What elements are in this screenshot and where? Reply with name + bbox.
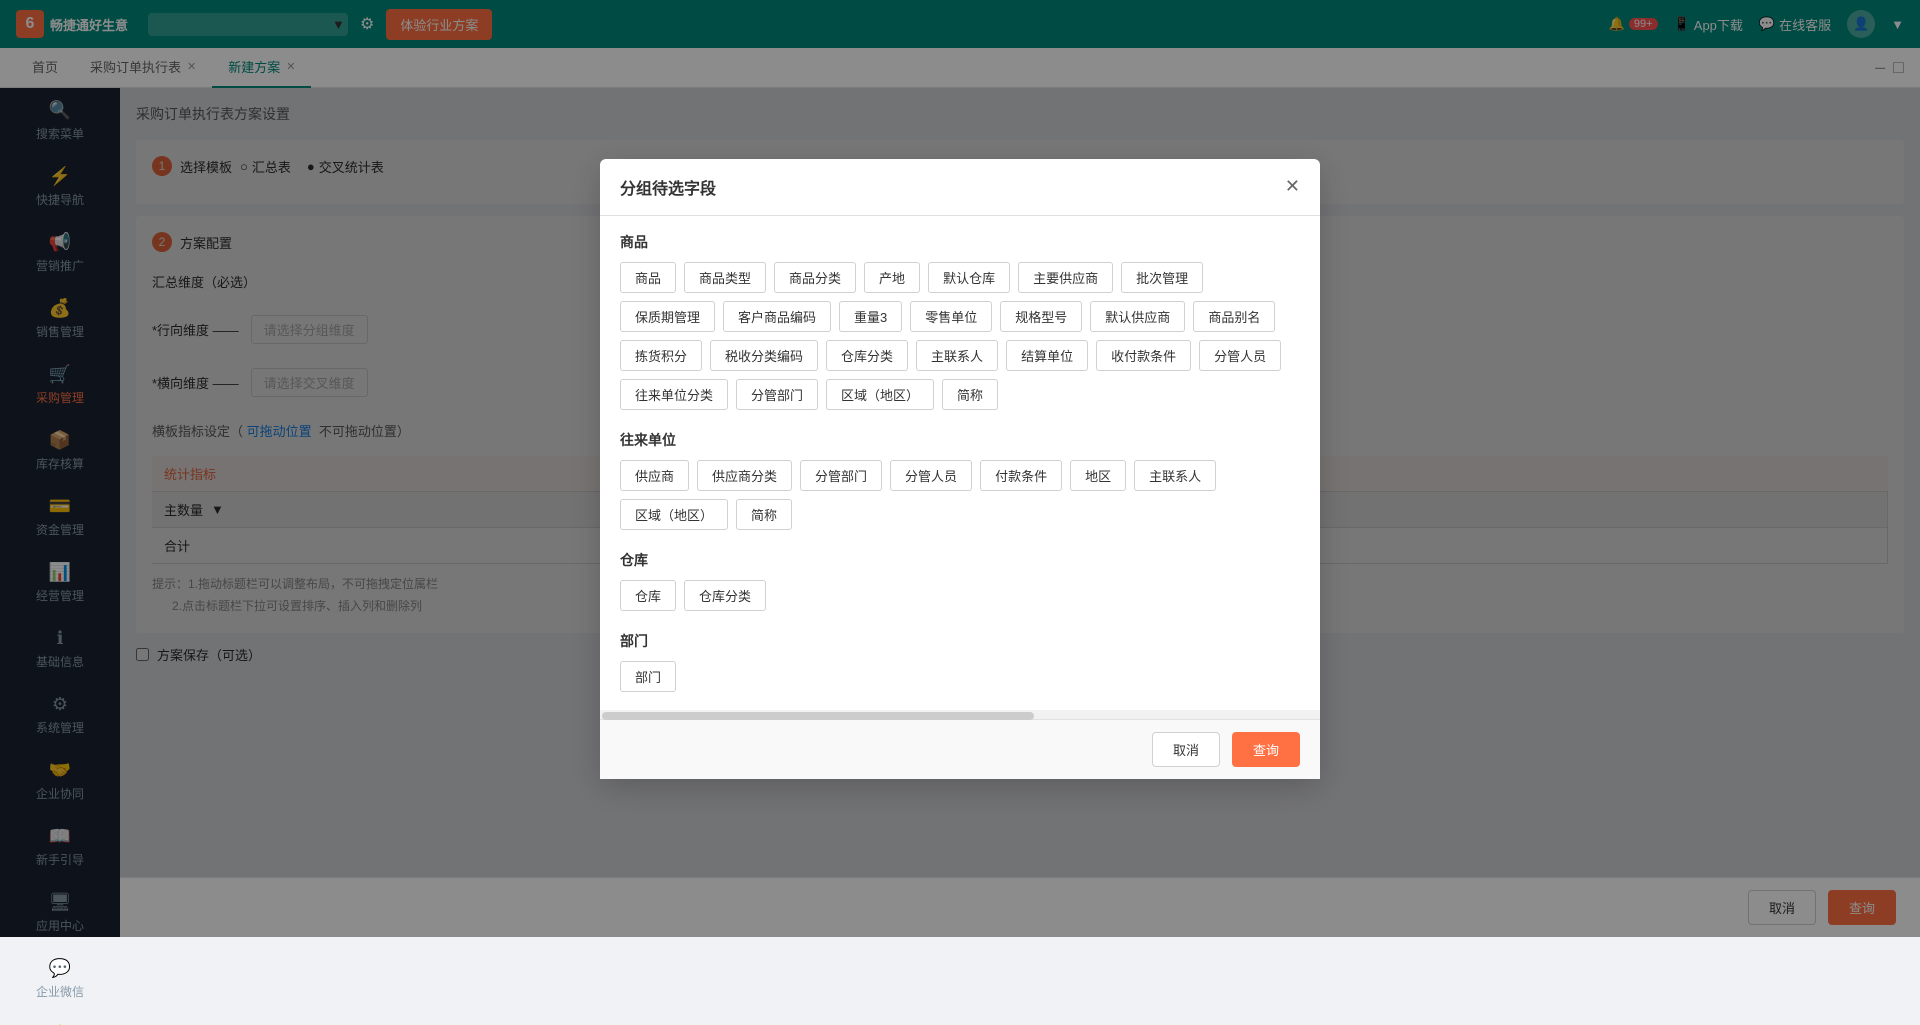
field-group-往来单位: 往来单位供应商供应商分类分管部门分管人员付款条件地区主联系人区域（地区） 简称 <box>620 430 1300 530</box>
field-tag[interactable]: 客户商品编码 <box>723 301 831 332</box>
field-tag[interactable]: 拣货积分 <box>620 340 702 371</box>
field-tag[interactable]: 结算单位 <box>1006 340 1088 371</box>
field-group-title: 仓库 <box>620 550 1300 570</box>
field-tag[interactable]: 简称 <box>736 499 792 530</box>
field-tag[interactable]: 保质期管理 <box>620 301 715 332</box>
field-tag[interactable]: 仓库分类 <box>684 580 766 611</box>
field-tags: 仓库仓库分类 <box>620 580 1300 611</box>
field-tag[interactable]: 商品类型 <box>684 262 766 293</box>
field-tag[interactable]: 分管部门 <box>800 460 882 491</box>
field-tag[interactable]: 付款条件 <box>980 460 1062 491</box>
modal-hscroll-thumb <box>602 712 1034 720</box>
modal-overlay: 分组待选字段 ✕ 商品商品商品类型商品分类产地默认仓库主要供应商批次管理保质期管… <box>0 0 1920 937</box>
field-group-title: 部门 <box>620 631 1300 651</box>
field-tag[interactable]: 往来单位分类 <box>620 379 728 410</box>
modal-body[interactable]: 商品商品商品类型商品分类产地默认仓库主要供应商批次管理保质期管理客户商品编码重量… <box>600 216 1320 711</box>
field-tags: 商品商品类型商品分类产地默认仓库主要供应商批次管理保质期管理客户商品编码重量3 零… <box>620 262 1300 410</box>
modal-close-button[interactable]: ✕ <box>1285 176 1300 197</box>
modal-footer: 取消 查询 <box>600 719 1320 779</box>
field-group-部门: 部门部门 <box>620 631 1300 692</box>
field-tag[interactable]: 分管人员 <box>1199 340 1281 371</box>
field-tag[interactable]: 主联系人 <box>1134 460 1216 491</box>
field-tag[interactable]: 零售单位 <box>910 301 992 332</box>
field-tag[interactable]: 批次管理 <box>1121 262 1203 293</box>
field-tag[interactable]: 简称 <box>942 379 998 410</box>
field-tag[interactable]: 商品分类 <box>774 262 856 293</box>
field-group-title: 往来单位 <box>620 430 1300 450</box>
field-group-title: 商品 <box>620 232 1300 252</box>
modal-horizontal-scrollbar[interactable] <box>600 710 1320 718</box>
field-tag[interactable]: 默认仓库 <box>928 262 1010 293</box>
modal-confirm-button[interactable]: 查询 <box>1232 732 1300 767</box>
field-tag[interactable]: 规格型号 <box>1000 301 1082 332</box>
field-group-商品: 商品商品商品类型商品分类产地默认仓库主要供应商批次管理保质期管理客户商品编码重量… <box>620 232 1300 410</box>
modal-title: 分组待选字段 <box>620 175 716 199</box>
field-tag[interactable]: 收付款条件 <box>1096 340 1191 371</box>
field-tag[interactable]: 税收分类编码 <box>710 340 818 371</box>
field-tag[interactable]: 供应商 <box>620 460 689 491</box>
field-tags: 供应商供应商分类分管部门分管人员付款条件地区主联系人区域（地区） 简称 <box>620 460 1300 530</box>
field-tag[interactable]: 供应商分类 <box>697 460 792 491</box>
field-tag[interactable]: 产地 <box>864 262 920 293</box>
field-tag[interactable]: 部门 <box>620 661 676 692</box>
modal-cancel-button[interactable]: 取消 <box>1152 732 1220 767</box>
field-tag[interactable]: 区域（地区） <box>826 379 934 410</box>
field-tag[interactable]: 地区 <box>1070 460 1126 491</box>
field-tag[interactable]: 仓库 <box>620 580 676 611</box>
field-group-仓库: 仓库仓库仓库分类 <box>620 550 1300 611</box>
field-tag[interactable]: 默认供应商 <box>1090 301 1185 332</box>
field-tag[interactable]: 仓库分类 <box>826 340 908 371</box>
field-tag[interactable]: 商品别名 <box>1193 301 1275 332</box>
field-tag[interactable]: 商品 <box>620 262 676 293</box>
field-tag[interactable]: 主要供应商 <box>1018 262 1113 293</box>
field-tags: 部门 <box>620 661 1300 692</box>
field-tag[interactable]: 重量3 <box>839 301 902 332</box>
field-select-modal: 分组待选字段 ✕ 商品商品商品类型商品分类产地默认仓库主要供应商批次管理保质期管… <box>600 159 1320 779</box>
modal-header: 分组待选字段 ✕ <box>600 159 1320 216</box>
field-tag[interactable]: 分管部门 <box>736 379 818 410</box>
field-tag[interactable]: 分管人员 <box>890 460 972 491</box>
field-tag[interactable]: 区域（地区） <box>620 499 728 530</box>
field-tag[interactable]: 主联系人 <box>916 340 998 371</box>
